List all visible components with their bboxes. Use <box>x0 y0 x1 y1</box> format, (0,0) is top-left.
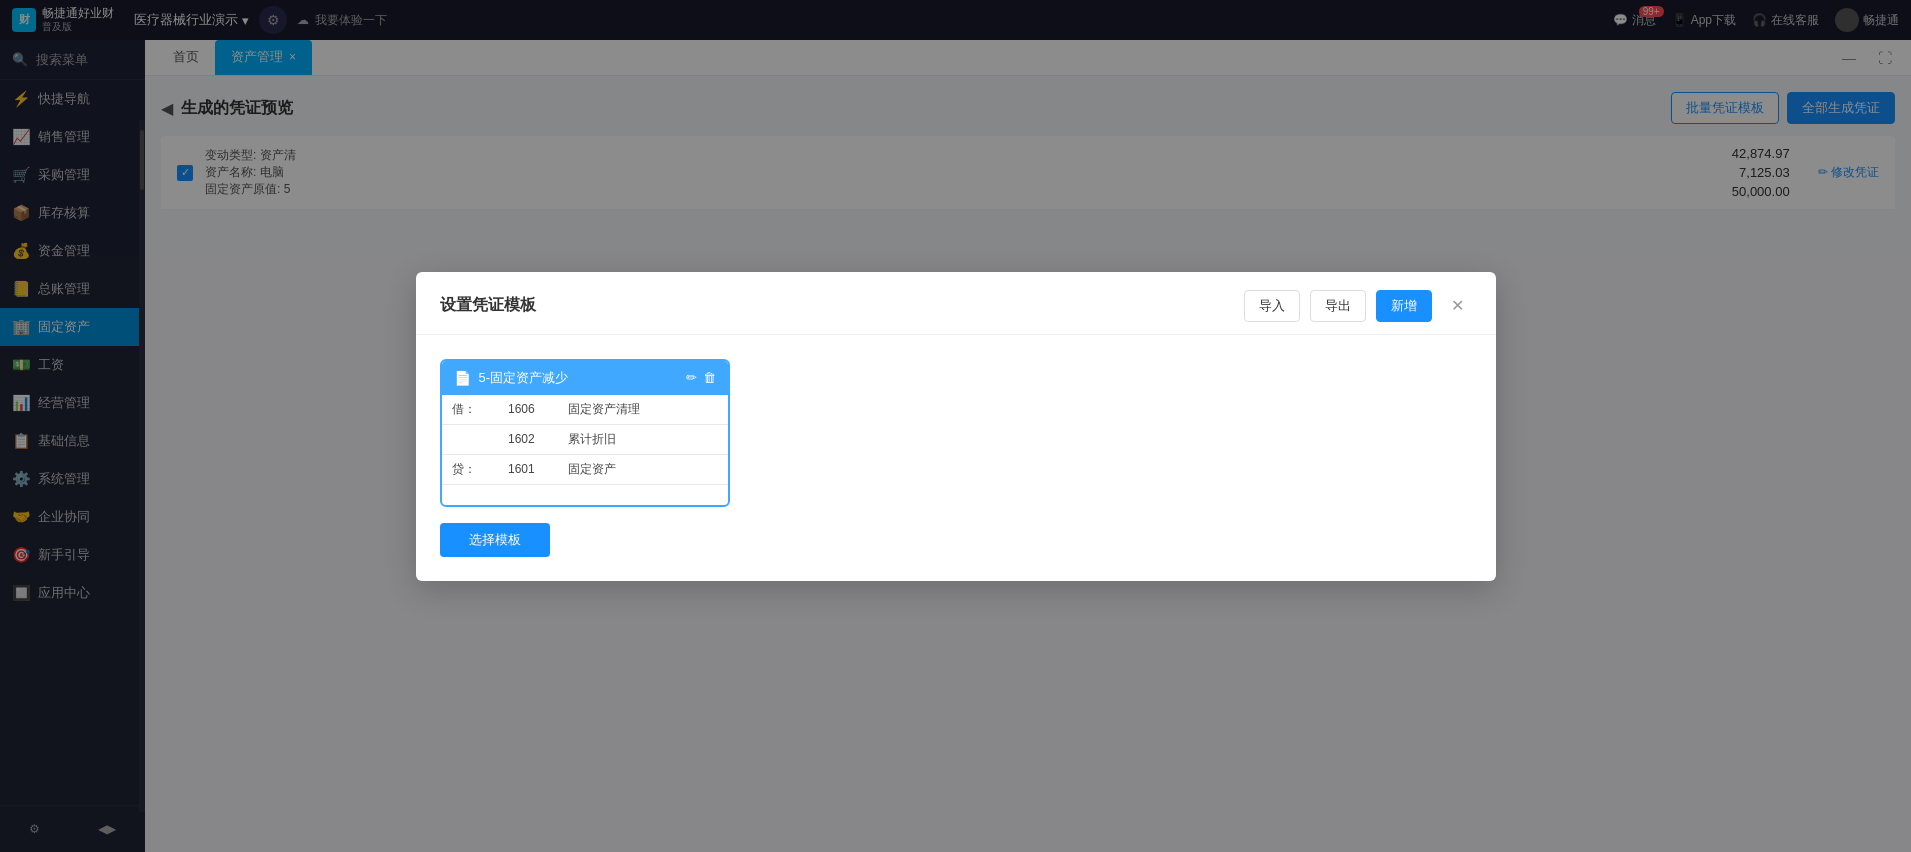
template-card-header: 📄 5-固定资产减少 ✏ 🗑 <box>442 361 728 395</box>
template-entry-row: 1602 累计折旧 <box>442 424 728 454</box>
template-edit-icon[interactable]: ✏ <box>686 370 697 385</box>
entry-debit <box>676 424 702 454</box>
entry-code: 1601 <box>498 454 558 484</box>
entry-credit <box>702 395 728 425</box>
import-button[interactable]: 导入 <box>1244 290 1300 322</box>
template-modal: 设置凭证模板 导入 导出 新增 ✕ 📄 5-固定资产减少 ✏ 🗑 <box>416 272 1496 581</box>
select-template-button[interactable]: 选择模板 <box>440 523 550 557</box>
modal-overlay[interactable]: 设置凭证模板 导入 导出 新增 ✕ 📄 5-固定资产减少 ✏ 🗑 <box>0 0 1911 852</box>
blank-cell <box>442 484 728 505</box>
entry-debit <box>676 454 702 484</box>
modal-body: 📄 5-固定资产减少 ✏ 🗑 借： 1606 <box>416 335 1496 581</box>
modal-close-button[interactable]: ✕ <box>1444 292 1472 320</box>
entry-debit <box>676 395 702 425</box>
template-table: 借： 1606 固定资产清理 1602 累计折旧 <box>442 395 728 505</box>
entry-credit <box>702 424 728 454</box>
entry-type: 借： <box>442 395 499 425</box>
template-list: 📄 5-固定资产减少 ✏ 🗑 借： 1606 <box>440 359 1472 507</box>
entry-name: 固定资产 <box>558 454 676 484</box>
entry-name: 固定资产清理 <box>558 395 676 425</box>
template-blank-row <box>442 484 728 505</box>
entry-code: 1606 <box>498 395 558 425</box>
modal-header: 设置凭证模板 导入 导出 新增 ✕ <box>416 272 1496 335</box>
entry-credit <box>702 454 728 484</box>
template-entry-row: 借： 1606 固定资产清理 <box>442 395 728 425</box>
modal-actions: 导入 导出 新增 <box>1244 290 1432 322</box>
entry-code: 1602 <box>498 424 558 454</box>
modal-title: 设置凭证模板 <box>440 295 1232 316</box>
template-card-actions: ✏ 🗑 <box>686 370 716 385</box>
template-card-title: 5-固定资产减少 <box>479 369 678 387</box>
template-card-body: 借： 1606 固定资产清理 1602 累计折旧 <box>442 395 728 505</box>
template-file-icon: 📄 <box>454 370 471 386</box>
entry-type: 贷： <box>442 454 499 484</box>
export-button[interactable]: 导出 <box>1310 290 1366 322</box>
new-template-button[interactable]: 新增 <box>1376 290 1432 322</box>
entry-type <box>442 424 499 454</box>
template-entry-row: 贷： 1601 固定资产 <box>442 454 728 484</box>
template-delete-icon[interactable]: 🗑 <box>703 370 716 385</box>
entry-name: 累计折旧 <box>558 424 676 454</box>
template-card-5: 📄 5-固定资产减少 ✏ 🗑 借： 1606 <box>440 359 730 507</box>
